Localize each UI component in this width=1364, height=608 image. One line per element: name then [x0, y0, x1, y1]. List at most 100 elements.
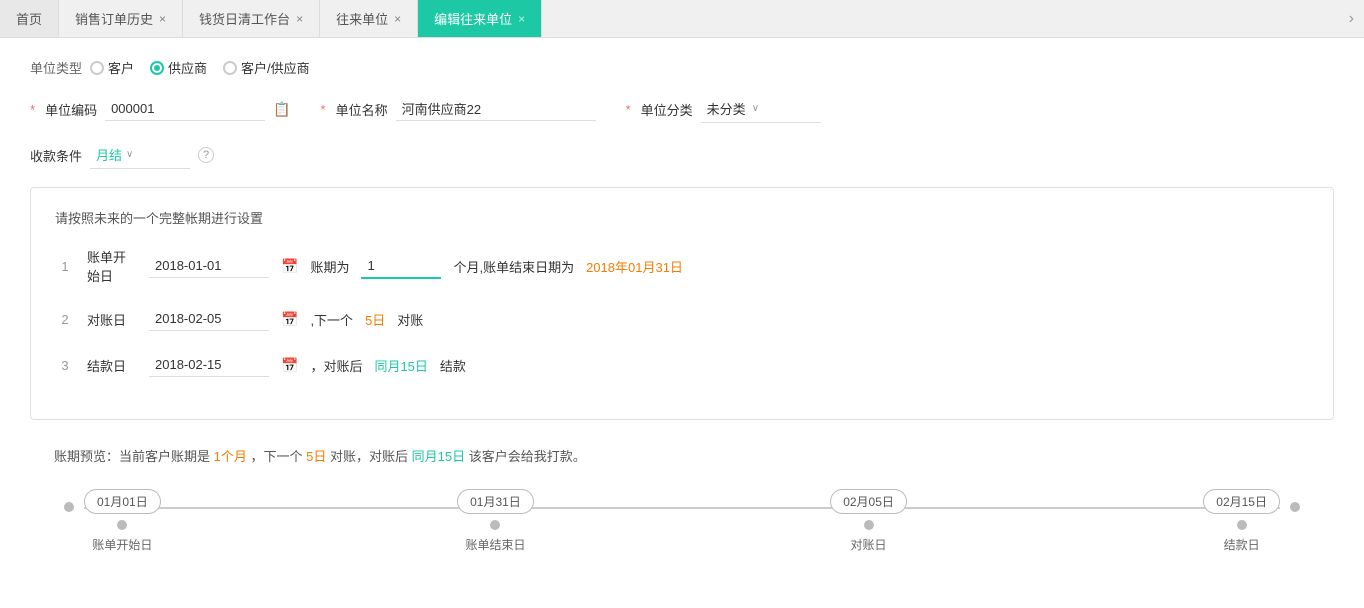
timeline-container: 01月01日 账单开始日 01月31日 账单结束日 02月05日	[54, 489, 1310, 553]
preview-highlight2: 5日	[306, 449, 326, 464]
main-content: 单位类型 客户 供应商 客户/供应商 * 单位编码	[0, 38, 1364, 608]
tl-date-1: 01月31日	[470, 495, 521, 509]
unit-category-value: 未分类	[707, 99, 746, 118]
radio-supplier-circle	[150, 61, 164, 75]
period-num-1: 1	[55, 259, 75, 274]
radio-customer-circle	[90, 61, 104, 75]
timeline-start-dot	[64, 502, 74, 512]
tab-bar: 首页 销售订单历史 × 钱货日清工作台 × 往来单位 × 编辑往来单位 × ›	[0, 0, 1364, 38]
unit-code-input[interactable]	[105, 97, 265, 121]
period-date-input-3[interactable]	[149, 353, 269, 377]
radio-customer-label: 客户	[108, 58, 134, 77]
timeline-point-1: 01月31日 账单结束日	[457, 489, 534, 553]
period-row-1: 1 账单开始日 📅 账期为 个月,账单结束日期为 2018年01月31日	[55, 247, 1309, 285]
period-date-input-2[interactable]	[149, 307, 269, 331]
tab-cash-work-close[interactable]: ×	[296, 12, 303, 26]
tl-dot-2	[864, 520, 874, 530]
tl-bubble-3: 02月15日	[1203, 489, 1280, 514]
tab-home-label: 首页	[16, 9, 42, 28]
period-label-2: 对账日	[87, 310, 137, 329]
timeline-point-3: 02月15日 结款日	[1203, 489, 1280, 553]
period-num-2: 2	[55, 312, 75, 327]
tl-bubble-0: 01月01日	[84, 489, 161, 514]
tab-sales-order[interactable]: 销售订单历史 ×	[59, 0, 183, 37]
tl-date-0: 01月01日	[97, 495, 148, 509]
radio-both[interactable]: 客户/供应商	[223, 58, 310, 77]
calendar-icon-2[interactable]: 📅	[281, 311, 298, 328]
category-chevron-icon: ∨	[752, 103, 759, 114]
unit-type-row: 单位类型 客户 供应商 客户/供应商	[30, 58, 1334, 77]
payment-condition-value: 月结	[96, 145, 122, 164]
unit-category-select[interactable]: 未分类 ∨	[701, 95, 821, 123]
payment-condition-row: 收款条件 月结 ∨ ?	[30, 141, 1334, 169]
preview-section: 账期预览：当前客户账期是 1个月 ，下一个 5日 对账，对账后 同月15日 该客…	[30, 430, 1334, 569]
tab-edit-partner-label: 编辑往来单位	[434, 9, 512, 28]
period-month-unit: 个月,账单结束日期为	[453, 257, 574, 276]
calendar-icon-code[interactable]: 📋	[273, 101, 290, 118]
radio-supplier[interactable]: 供应商	[150, 58, 207, 77]
tab-scroll-right[interactable]: ›	[1339, 0, 1364, 37]
tab-edit-partner-close[interactable]: ×	[518, 12, 525, 26]
calendar-icon-1[interactable]: 📅	[281, 258, 298, 275]
unit-code-group: * 单位编码 📋	[30, 97, 291, 121]
payment-condition-group: 收款条件 月结 ∨ ?	[30, 141, 214, 169]
calendar-icon-3[interactable]: 📅	[281, 357, 298, 374]
period-prefix-2: ,下一个	[310, 310, 353, 329]
period-prefix-3: ，对账后	[310, 356, 362, 375]
period-date-input-1[interactable]	[149, 254, 269, 278]
radio-customer[interactable]: 客户	[90, 58, 134, 77]
preview-suffix: 该客户会给我打款。	[469, 449, 586, 464]
timeline-end-dot	[1290, 502, 1300, 512]
tab-cash-work-label: 钱货日清工作台	[199, 9, 290, 28]
tab-partner-close[interactable]: ×	[394, 12, 401, 26]
period-suffix-2: 对账	[397, 310, 423, 329]
timeline-point-2: 02月05日 对账日	[830, 489, 907, 553]
period-row-2: 2 对账日 📅 ,下一个 5日 对账	[55, 307, 1309, 331]
unit-category-required: *	[626, 102, 631, 117]
radio-both-circle	[223, 61, 237, 75]
unit-name-input[interactable]	[396, 97, 596, 121]
preview-highlight3: 同月15日	[412, 449, 465, 464]
period-label-3: 结款日	[87, 356, 137, 375]
tab-partner[interactable]: 往来单位 ×	[320, 0, 418, 37]
unit-name-required: *	[321, 102, 326, 117]
unit-name-group: * 单位名称	[321, 97, 596, 121]
tl-label-2: 对账日	[851, 536, 887, 553]
unit-category-label: 单位分类	[641, 100, 693, 119]
period-month-input[interactable]	[361, 254, 441, 279]
payment-condition-chevron-icon: ∨	[126, 149, 133, 160]
tl-date-2: 02月05日	[843, 495, 894, 509]
unit-code-label: 单位编码	[45, 100, 97, 119]
tl-bubble-1: 01月31日	[457, 489, 534, 514]
radio-supplier-label: 供应商	[168, 58, 207, 77]
payment-condition-select[interactable]: 月结 ∨	[90, 141, 190, 169]
tab-sales-order-close[interactable]: ×	[159, 12, 166, 26]
tab-partner-label: 往来单位	[336, 9, 388, 28]
tab-home[interactable]: 首页	[0, 0, 59, 37]
tl-label-1: 账单结束日	[465, 536, 525, 553]
preview-mid2: 对账，对账后	[330, 449, 408, 464]
unit-info-row: * 单位编码 📋 * 单位名称 * 单位分类 未分类 ∨	[30, 95, 1334, 123]
tl-label-3: 结款日	[1224, 536, 1260, 553]
tl-dot-1	[490, 520, 500, 530]
tab-edit-partner[interactable]: 编辑往来单位 ×	[418, 0, 542, 37]
period-highlight-2: 5日	[365, 310, 385, 329]
period-end-date-highlight: 2018年01月31日	[586, 257, 683, 276]
timeline-point-0: 01月01日 账单开始日	[84, 489, 161, 553]
tab-cash-work[interactable]: 钱货日清工作台 ×	[183, 0, 320, 37]
period-highlight-3: 同月15日	[374, 356, 427, 375]
tl-dot-0	[117, 520, 127, 530]
period-instruction: 请按照未来的一个完整帐期进行设置	[55, 208, 1309, 227]
payment-condition-label: 收款条件	[30, 146, 82, 165]
period-row-3: 3 结款日 📅 ，对账后 同月15日 结款	[55, 353, 1309, 377]
help-icon[interactable]: ?	[198, 147, 214, 163]
preview-highlight1: 1个月	[214, 449, 247, 464]
timeline-points: 01月01日 账单开始日 01月31日 账单结束日 02月05日	[84, 489, 1280, 553]
unit-type-group: 单位类型 客户 供应商 客户/供应商	[30, 58, 310, 77]
tl-date-3: 02月15日	[1216, 495, 1267, 509]
preview-prefix: 账期预览：当前客户账期是	[54, 449, 210, 464]
tl-bubble-2: 02月05日	[830, 489, 907, 514]
period-suffix-1: 账期为	[310, 257, 349, 276]
tab-sales-order-label: 销售订单历史	[75, 9, 153, 28]
preview-mid1: ，下一个	[251, 449, 303, 464]
